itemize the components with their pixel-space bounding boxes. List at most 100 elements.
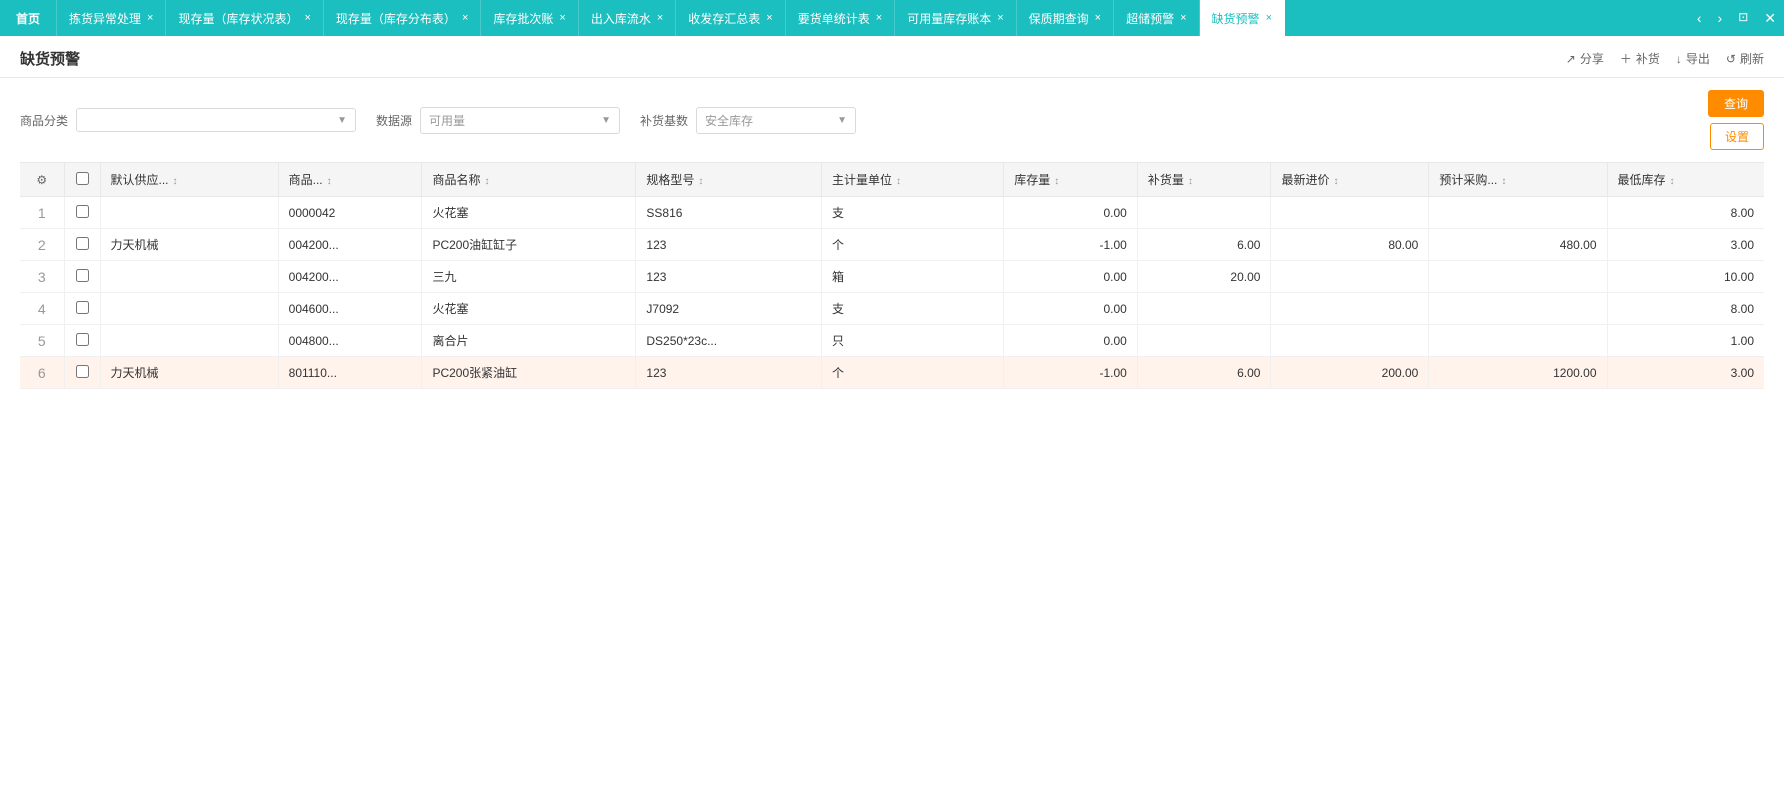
sort-icon-stock: ↕ bbox=[1054, 176, 1059, 187]
sort-icon-product_code: ↕ bbox=[327, 176, 332, 187]
cell-min-stock-4: 8.00 bbox=[1607, 293, 1764, 325]
close-tab-available-ledger[interactable]: × bbox=[997, 12, 1003, 24]
row-select-checkbox[interactable] bbox=[76, 333, 89, 346]
col-header-unit[interactable]: 主计量单位↕ bbox=[822, 163, 1004, 197]
cell-unit-5: 只 bbox=[822, 325, 1004, 357]
replenish-base-value: 安全库存 bbox=[705, 112, 837, 129]
category-filter-group: 商品分类 ▼ bbox=[20, 108, 356, 132]
cell-est-purchase-4 bbox=[1429, 293, 1607, 325]
close-tab-inventory-status[interactable]: × bbox=[304, 12, 310, 24]
row-select-checkbox[interactable] bbox=[76, 205, 89, 218]
datasource-value: 可用量 bbox=[429, 112, 601, 129]
cell-product-code-1: 0000042 bbox=[278, 197, 422, 229]
cell-latest-price-3 bbox=[1271, 261, 1429, 293]
cell-latest-price-6: 200.00 bbox=[1271, 357, 1429, 389]
sort-icon-product_name: ↕ bbox=[484, 176, 489, 187]
replenish-button[interactable]: ＋ 补货 bbox=[1620, 50, 1660, 67]
top-navigation: 首页拣货异常处理×现存量（库存状况表）×现存量（库存分布表）×库存批次账×出入库… bbox=[0, 0, 1784, 36]
category-select[interactable]: ▼ bbox=[76, 108, 356, 132]
nav-tab-available-ledger[interactable]: 可用量库存账本× bbox=[895, 0, 1016, 36]
cell-spec-3: 123 bbox=[636, 261, 822, 293]
row-checkbox-5[interactable] bbox=[64, 325, 100, 357]
row-select-checkbox[interactable] bbox=[76, 301, 89, 314]
close-tab-in-out-flow[interactable]: × bbox=[657, 12, 663, 24]
nav-next-arrow[interactable]: › bbox=[1710, 10, 1731, 27]
row-checkbox-3[interactable] bbox=[64, 261, 100, 293]
col-header-replenish_qty[interactable]: 补货量↕ bbox=[1137, 163, 1271, 197]
cell-product-name-2: PC200油缸缸子 bbox=[422, 229, 636, 261]
cell-est-purchase-3 bbox=[1429, 261, 1607, 293]
sort-icon-replenish_qty: ↕ bbox=[1188, 176, 1193, 187]
cell-stock-5: 0.00 bbox=[1004, 325, 1138, 357]
cell-supplier-6: 力天机械 bbox=[100, 357, 278, 389]
close-tab-inventory-dist[interactable]: × bbox=[462, 12, 468, 24]
header-actions: ↗ 分享 ＋ 补货 ↓ 导出 ↺ 刷新 bbox=[1566, 50, 1764, 67]
share-button[interactable]: ↗ 分享 bbox=[1566, 50, 1604, 67]
row-select-checkbox[interactable] bbox=[76, 269, 89, 282]
cell-est-purchase-1 bbox=[1429, 197, 1607, 229]
row-checkbox-6[interactable] bbox=[64, 357, 100, 389]
close-tab-batch-account[interactable]: × bbox=[559, 12, 565, 24]
col-header-product_code[interactable]: 商品...↕ bbox=[278, 163, 422, 197]
export-button[interactable]: ↓ 导出 bbox=[1676, 50, 1710, 67]
col-header-checkbox bbox=[64, 163, 100, 197]
close-tab-abnormal[interactable]: × bbox=[147, 12, 153, 24]
replenish-icon: ＋ bbox=[1620, 50, 1632, 67]
row-checkbox-1[interactable] bbox=[64, 197, 100, 229]
nav-tab-in-out-flow[interactable]: 出入库流水× bbox=[579, 0, 676, 36]
replenish-base-select[interactable]: 安全库存 ▼ bbox=[696, 107, 856, 134]
nav-tab-expiry-query[interactable]: 保质期查询× bbox=[1017, 0, 1114, 36]
data-table-container: ⚙默认供应...↕商品...↕商品名称↕规格型号↕主计量单位↕库存量↕补货量↕最… bbox=[0, 162, 1784, 389]
close-tab-expiry-query[interactable]: × bbox=[1095, 12, 1101, 24]
nav-prev-arrow[interactable]: ‹ bbox=[1689, 10, 1710, 27]
nav-tab-abnormal[interactable]: 拣货异常处理× bbox=[57, 0, 166, 36]
settings-button[interactable]: 设置 bbox=[1710, 123, 1764, 150]
nav-tab-home[interactable]: 首页 bbox=[0, 0, 57, 36]
col-header-min_stock[interactable]: 最低库存↕ bbox=[1607, 163, 1764, 197]
cell-product-code-2: 004200... bbox=[278, 229, 422, 261]
col-header-spec[interactable]: 规格型号↕ bbox=[636, 163, 822, 197]
cell-spec-2: 123 bbox=[636, 229, 822, 261]
cell-est-purchase-2: 480.00 bbox=[1429, 229, 1607, 261]
close-tab-shortage[interactable]: × bbox=[1266, 12, 1272, 24]
nav-tab-inventory-dist[interactable]: 现存量（库存分布表）× bbox=[324, 0, 481, 36]
row-checkbox-2[interactable] bbox=[64, 229, 100, 261]
table-row: 6力天机械801110...PC200张紧油缸123个-1.006.00200.… bbox=[20, 357, 1764, 389]
col-header-stock[interactable]: 库存量↕ bbox=[1004, 163, 1138, 197]
nav-tab-inventory-status[interactable]: 现存量（库存状况表）× bbox=[166, 0, 323, 36]
close-tab-order-stats[interactable]: × bbox=[876, 12, 882, 24]
row-checkbox-4[interactable] bbox=[64, 293, 100, 325]
cell-spec-1: SS816 bbox=[636, 197, 822, 229]
gear-settings-icon[interactable]: ⚙ bbox=[36, 173, 47, 187]
close-tab-overstock[interactable]: × bbox=[1180, 12, 1186, 24]
col-header-latest_price[interactable]: 最新进价↕ bbox=[1271, 163, 1429, 197]
refresh-button[interactable]: ↺ 刷新 bbox=[1726, 50, 1764, 67]
nav-tab-overstock[interactable]: 超储预警× bbox=[1114, 0, 1199, 36]
nav-tab-collect-summary[interactable]: 收发存汇总表× bbox=[676, 0, 785, 36]
table-row: 2力天机械004200...PC200油缸缸子123个-1.006.0080.0… bbox=[20, 229, 1764, 261]
cell-est-purchase-6: 1200.00 bbox=[1429, 357, 1607, 389]
nav-expand-icon[interactable]: ⊡ bbox=[1730, 10, 1756, 27]
table-row: 4004600...火花塞J7092支0.008.00 bbox=[20, 293, 1764, 325]
nav-tab-shortage[interactable]: 缺货预警× bbox=[1200, 0, 1285, 36]
nav-tab-batch-account[interactable]: 库存批次账× bbox=[481, 0, 578, 36]
cell-min-stock-6: 3.00 bbox=[1607, 357, 1764, 389]
page-title: 缺货预警 bbox=[20, 48, 1566, 69]
col-header-est_purchase[interactable]: 预计采购...↕ bbox=[1429, 163, 1607, 197]
datasource-select[interactable]: 可用量 ▼ bbox=[420, 107, 620, 134]
row-select-checkbox[interactable] bbox=[76, 237, 89, 250]
col-header-product_name[interactable]: 商品名称↕ bbox=[422, 163, 636, 197]
nav-close-all-icon[interactable]: ✕ bbox=[1756, 10, 1784, 27]
nav-tab-order-stats[interactable]: 要货单统计表× bbox=[786, 0, 895, 36]
row-select-checkbox[interactable] bbox=[76, 365, 89, 378]
filter-actions: 查询 设置 bbox=[1708, 90, 1764, 150]
cell-min-stock-3: 10.00 bbox=[1607, 261, 1764, 293]
replenish-base-filter-group: 补货基数 安全库存 ▼ bbox=[640, 107, 856, 134]
close-tab-collect-summary[interactable]: × bbox=[766, 12, 772, 24]
query-button[interactable]: 查询 bbox=[1708, 90, 1764, 117]
cell-stock-4: 0.00 bbox=[1004, 293, 1138, 325]
col-header-supplier[interactable]: 默认供应...↕ bbox=[100, 163, 278, 197]
cell-replenish-qty-6: 6.00 bbox=[1137, 357, 1271, 389]
select-all-checkbox[interactable] bbox=[76, 172, 89, 185]
cell-supplier-1 bbox=[100, 197, 278, 229]
